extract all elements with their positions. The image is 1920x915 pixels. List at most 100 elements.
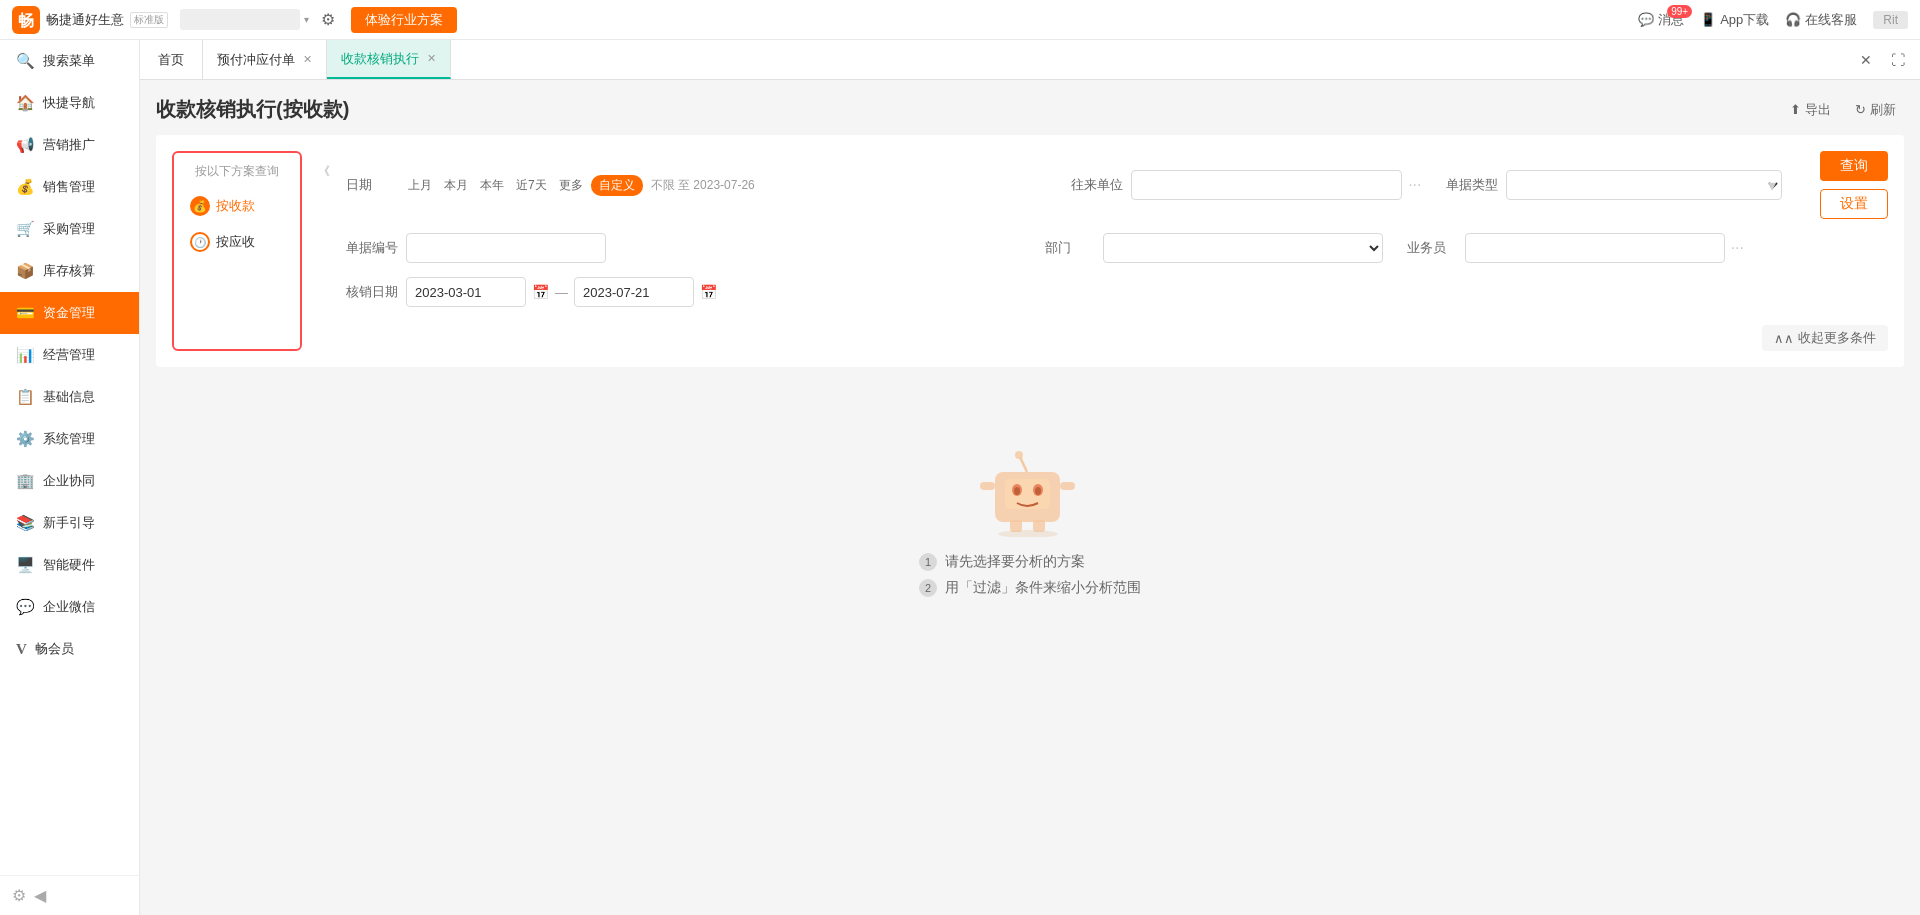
filter-field-partner: 往来单位 ··· — [1071, 170, 1422, 200]
tab-receivable[interactable]: 收款核销执行 ✕ — [327, 40, 451, 79]
filter-field-verify-date: 核销日期 📅 — 📅 — [346, 277, 1888, 307]
service-item[interactable]: 🎧 在线客服 — [1785, 11, 1857, 29]
date-btn-this-month[interactable]: 本月 — [440, 175, 472, 196]
filter-sidebar-title: 按以下方案查询 — [182, 163, 292, 180]
page-actions: ⬆ 导出 ↻ 刷新 — [1782, 97, 1904, 123]
sidebar-item-system[interactable]: ⚙️ 系统管理 — [0, 418, 139, 460]
staff-input[interactable] — [1465, 233, 1725, 263]
sidebar-label-sales: 销售管理 — [43, 178, 95, 196]
sidebar-item-inventory[interactable]: 📦 库存核算 — [0, 250, 139, 292]
doctype-select[interactable] — [1506, 170, 1783, 200]
sidebar-item-member[interactable]: V 畅会员 — [0, 628, 139, 670]
marketing-icon: 📢 — [16, 136, 35, 154]
filter-option-receipt-label: 按收款 — [216, 197, 255, 215]
logo-badge: 标准版 — [130, 12, 168, 28]
dept-wrap — [1103, 233, 1383, 263]
sidebar-label-inventory: 库存核算 — [43, 262, 95, 280]
export-button[interactable]: ⬆ 导出 — [1782, 97, 1839, 123]
partner-input[interactable] — [1131, 170, 1402, 200]
sidebar-item-marketing[interactable]: 📢 营销推广 — [0, 124, 139, 166]
svg-line-12 — [1020, 457, 1027, 472]
sidebar-item-hardware[interactable]: 🖥️ 智能硬件 — [0, 544, 139, 586]
empty-hint-2: 2 用「过滤」条件来缩小分析范围 — [919, 579, 1141, 597]
user-display[interactable]: Rit — [1873, 11, 1908, 29]
collapse-panel-button[interactable]: 《 — [314, 151, 334, 191]
sidebar-item-enterprise[interactable]: 🏢 企业协同 — [0, 460, 139, 502]
tab-prepay-close-icon[interactable]: ✕ — [303, 53, 312, 66]
date-buttons: 上月 本月 本年 近7天 更多 自定义 — [404, 175, 643, 196]
date-btn-7days[interactable]: 近7天 — [512, 175, 551, 196]
topbar-right: 💬 消息 99+ 📱 App下载 🎧 在线客服 Rit — [1638, 11, 1908, 29]
sidebar-bottom: ⚙ ◀ — [0, 875, 139, 915]
tab-prepay[interactable]: 预付冲应付单 ✕ — [203, 40, 327, 79]
filter-option-receipt[interactable]: 💰 按收款 — [182, 190, 292, 222]
docno-input[interactable] — [406, 233, 606, 263]
empty-hint-1-text: 请先选择要分析的方案 — [945, 553, 1085, 571]
filter-option-receivable-label: 按应收 — [216, 233, 255, 251]
sidebar-item-guide[interactable]: 📚 新手引导 — [0, 502, 139, 544]
guide-icon: 📚 — [16, 514, 35, 532]
sidebar-item-sales[interactable]: 💰 销售管理 — [0, 166, 139, 208]
finance-icon: 💳 — [16, 304, 35, 322]
service-icon: 🎧 — [1785, 12, 1801, 27]
home-icon: 🏠 — [16, 94, 35, 112]
sidebar-item-wechat[interactable]: 💬 企业微信 — [0, 586, 139, 628]
verify-date-start-calendar-icon[interactable]: 📅 — [532, 284, 549, 300]
sidebar-item-search[interactable]: 🔍 搜索菜单 — [0, 40, 139, 82]
staff-dots-icon[interactable]: ··· — [1731, 239, 1744, 257]
date-label: 日期 — [346, 176, 396, 194]
sidebar-item-operation[interactable]: 📊 经营管理 — [0, 334, 139, 376]
dept-label: 部门 — [1045, 239, 1095, 257]
sidebar-item-finance[interactable]: 💳 资金管理 — [0, 292, 139, 334]
tab-home[interactable]: 首页 — [140, 40, 203, 79]
partner-label: 往来单位 — [1071, 176, 1123, 194]
export-label: 导出 — [1805, 101, 1831, 119]
sidebar-label-quicknav: 快捷导航 — [43, 94, 95, 112]
refresh-button[interactable]: ↻ 刷新 — [1847, 97, 1904, 123]
date-btn-custom[interactable]: 自定义 — [591, 175, 643, 196]
verify-date-range: 📅 — 📅 — [406, 277, 717, 307]
sidebar-item-basic[interactable]: 📋 基础信息 — [0, 376, 139, 418]
date-btn-this-year[interactable]: 本年 — [476, 175, 508, 196]
staff-input-wrap: ··· — [1465, 233, 1745, 263]
operation-icon: 📊 — [16, 346, 35, 364]
verify-date-start-input[interactable] — [406, 277, 526, 307]
filter-field-date: 日期 上月 本月 本年 近7天 更多 自定义 不限 至 2023-07-26 — [346, 175, 1047, 196]
gear-icon[interactable]: ⚙ — [321, 10, 335, 29]
dept-select[interactable] — [1103, 233, 1383, 263]
setting-button[interactable]: 设置 — [1820, 189, 1888, 219]
staff-label: 业务员 — [1407, 239, 1457, 257]
tab-receivable-close-icon[interactable]: ✕ — [427, 52, 436, 65]
empty-illustration — [965, 427, 1095, 537]
sidebar-item-purchase[interactable]: 🛒 采购管理 — [0, 208, 139, 250]
app-download-item[interactable]: 📱 App下载 — [1700, 11, 1769, 29]
message-item[interactable]: 💬 消息 99+ — [1638, 11, 1684, 29]
partner-dots-icon[interactable]: ··· — [1408, 176, 1421, 194]
date-btn-last-month[interactable]: 上月 — [404, 175, 436, 196]
collapse-more-label: 收起更多条件 — [1798, 329, 1876, 347]
system-icon: ⚙️ — [16, 430, 35, 448]
filter-field-dept: 部门 — [1045, 233, 1383, 263]
tab-expand-icon[interactable]: ⛶ — [1884, 46, 1912, 74]
sidebar-item-quicknav[interactable]: 🏠 快捷导航 — [0, 82, 139, 124]
verify-date-end-input[interactable] — [574, 277, 694, 307]
filter-row-2: 单据编号 部门 — [346, 233, 1888, 263]
message-badge: 99+ — [1667, 5, 1692, 18]
collapse-more-button[interactable]: ∧∧ 收起更多条件 — [1762, 325, 1888, 351]
empty-hint-2-text: 用「过滤」条件来缩小分析范围 — [945, 579, 1141, 597]
date-btn-more[interactable]: 更多 — [555, 175, 587, 196]
sidebar-label-wechat: 企业微信 — [43, 598, 95, 616]
sidebar-label-search: 搜索菜单 — [43, 52, 95, 70]
filter-actions: 查询 设置 — [1820, 151, 1888, 219]
topbar: 畅 畅捷通好生意 标准版 ▾ ⚙ 体验行业方案 💬 消息 99+ 📱 App下载… — [0, 0, 1920, 40]
filter-option-receivable[interactable]: 🕐 按应收 — [182, 226, 292, 258]
svg-point-6 — [1014, 487, 1020, 495]
query-button[interactable]: 查询 — [1820, 151, 1888, 181]
collapse-sidebar-icon[interactable]: ◀ — [34, 886, 46, 905]
solution-button[interactable]: 体验行业方案 — [351, 7, 457, 33]
page-title: 收款核销执行(按收款) — [156, 96, 349, 123]
verify-date-end-calendar-icon[interactable]: 📅 — [700, 284, 717, 300]
settings-bottom-icon[interactable]: ⚙ — [12, 886, 26, 905]
tab-close-all-icon[interactable]: ✕ — [1852, 46, 1880, 74]
account-selector[interactable]: ▾ — [180, 9, 309, 30]
